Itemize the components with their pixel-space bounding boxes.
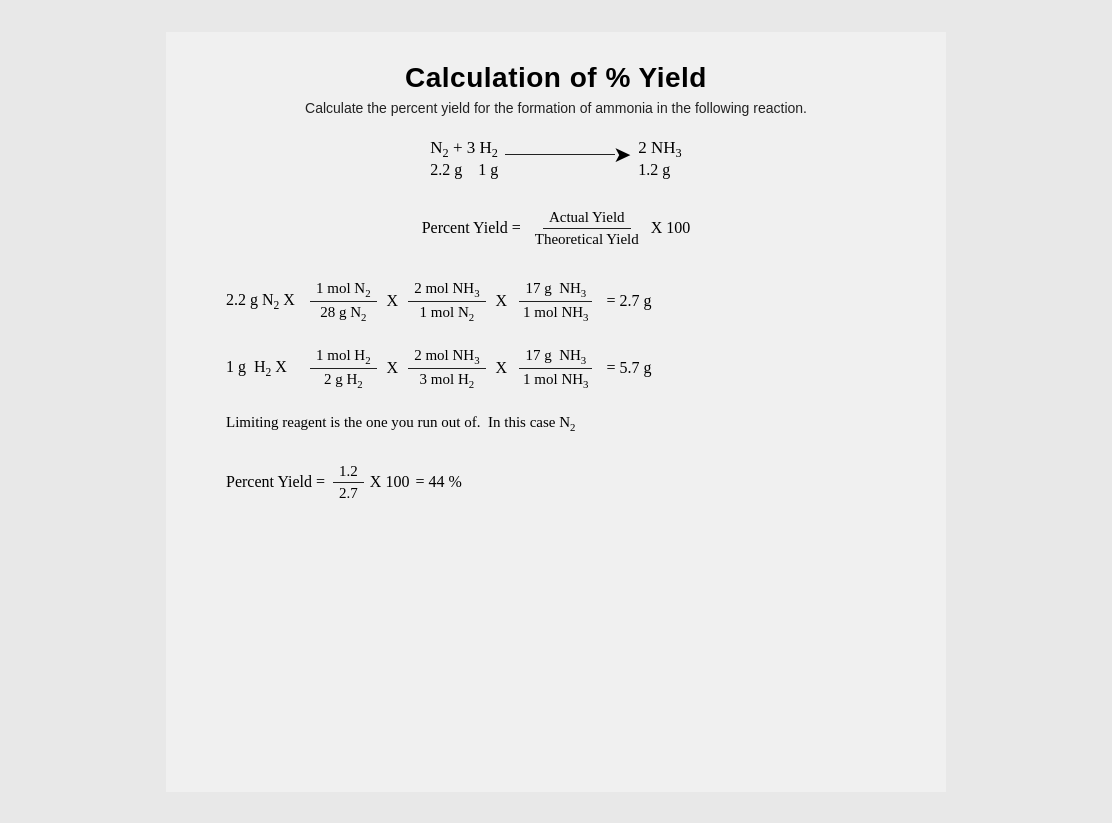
stoich-h2-start: 1 g H2 X	[226, 358, 296, 378]
stoich-h2-frac1-num: 1 mol H2	[310, 347, 377, 369]
reaction-arrow-block: ➤	[498, 138, 638, 168]
stoich-n2-frac3-num: 17 g NH3	[519, 280, 592, 302]
stoich-h2-frac2-num: 2 mol NH3	[408, 347, 485, 369]
stoich-h2-frac3-den: 1 mol NH3	[517, 369, 594, 390]
stoich-n2-frac2-den: 1 mol N2	[414, 302, 481, 323]
arrow-line	[505, 154, 615, 156]
stoich-h2-frac2: 2 mol NH3 3 mol H2	[408, 347, 485, 390]
percent-yield-fraction: Actual Yield Theoretical Yield	[529, 209, 645, 248]
stoich-h2-row: 1 g H2 X 1 mol H2 2 g H2 X 2 mol NH3 3 m…	[226, 347, 886, 390]
percent-yield-label: Percent Yield =	[422, 219, 521, 237]
product-formula: 2 NH3	[638, 138, 681, 161]
stoich-n2-frac3: 17 g NH3 1 mol NH3	[517, 280, 594, 323]
stoich-n2-result: = 2.7 g	[607, 292, 652, 310]
stoich-h2-mult2: X	[496, 359, 508, 377]
stoich-h2-frac2-den: 3 mol H2	[414, 369, 481, 390]
reactant-amounts: 2.2 g 1 g	[430, 161, 498, 179]
stoich-n2-frac2: 2 mol NH3 1 mol N2	[408, 280, 485, 323]
py-denominator: Theoretical Yield	[529, 229, 645, 248]
subtitle: Calculate the percent yield for the form…	[226, 100, 886, 116]
py-multiplier: X 100	[651, 219, 691, 237]
stoich-h2-mult1: X	[387, 359, 399, 377]
product-amount: 1.2 g	[638, 161, 670, 179]
stoich-h2-result: = 5.7 g	[607, 359, 652, 377]
final-py-numerator: 1.2	[333, 463, 364, 483]
stoich-h2-frac3: 17 g NH3 1 mol NH3	[517, 347, 594, 390]
page: Calculation of % Yield Calculate the per…	[166, 32, 946, 792]
stoich-n2-mult1: X	[387, 292, 399, 310]
reaction-arrow: ➤	[505, 142, 631, 168]
stoich-h2-section: 1 g H2 X 1 mol H2 2 g H2 X 2 mol NH3 3 m…	[226, 347, 886, 390]
stoich-h2-frac3-num: 17 g NH3	[519, 347, 592, 369]
reactant-formula: N2 + 3 H2	[430, 138, 498, 161]
stoich-n2-row: 2.2 g N2 X 1 mol N2 28 g N2 X 2 mol NH3 …	[226, 280, 886, 323]
py-fraction: Actual Yield Theoretical Yield	[529, 209, 645, 248]
percent-yield-formula-block: Percent Yield = Actual Yield Theoretical…	[226, 209, 886, 248]
stoich-n2-frac2-num: 2 mol NH3	[408, 280, 485, 302]
products: 2 NH3 1.2 g	[638, 138, 681, 179]
stoich-n2-frac1-den: 28 g N2	[314, 302, 372, 323]
reaction-block: N2 + 3 H2 2.2 g 1 g ➤ 2 NH3 1.2 g	[226, 138, 886, 179]
limiting-reagent-text: Limiting reagent is the one you run out …	[226, 414, 886, 433]
stoich-n2-section: 2.2 g N2 X 1 mol N2 28 g N2 X 2 mol NH3 …	[226, 280, 886, 323]
stoich-n2-frac1: 1 mol N2 28 g N2	[310, 280, 377, 323]
stoich-n2-frac1-num: 1 mol N2	[310, 280, 377, 302]
final-py-multiplier: X 100	[370, 473, 410, 491]
stoich-h2-frac1-den: 2 g H2	[318, 369, 369, 390]
main-title: Calculation of % Yield	[226, 62, 886, 94]
reactants: N2 + 3 H2 2.2 g 1 g	[430, 138, 498, 179]
final-py-label: Percent Yield =	[226, 473, 325, 491]
final-py-denominator: 2.7	[333, 483, 364, 502]
final-py-fraction: 1.2 2.7	[333, 463, 364, 502]
stoich-n2-frac3-den: 1 mol NH3	[517, 302, 594, 323]
final-percent-yield-block: Percent Yield = 1.2 2.7 X 100 = 44 %	[226, 463, 886, 502]
stoich-n2-mult2: X	[496, 292, 508, 310]
final-py-result: = 44 %	[415, 473, 461, 491]
stoich-h2-frac1: 1 mol H2 2 g H2	[310, 347, 377, 390]
py-numerator: Actual Yield	[543, 209, 631, 229]
stoich-n2-start: 2.2 g N2 X	[226, 291, 296, 311]
